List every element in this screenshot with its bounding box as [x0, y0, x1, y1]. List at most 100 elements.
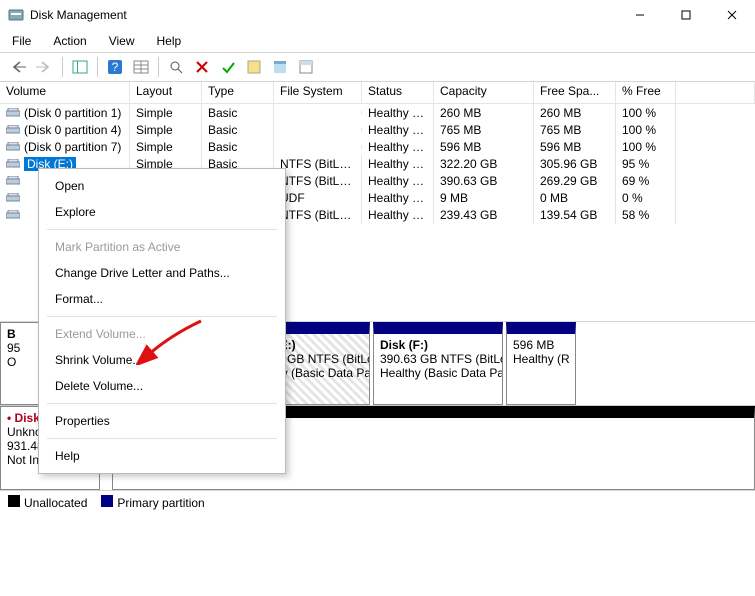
col-layout[interactable]: Layout [130, 82, 202, 103]
cell-pct: 100 % [616, 104, 676, 122]
cell-status: Healthy (E... [362, 104, 434, 122]
cell-pct: 58 % [616, 206, 676, 224]
menu-help[interactable]: Help [153, 32, 186, 50]
volume-icon [6, 210, 20, 220]
tb-grid[interactable] [130, 56, 152, 78]
col-type[interactable]: Type [202, 82, 274, 103]
cell-capacity: 9 MB [434, 189, 534, 207]
cell-pct: 95 % [616, 155, 676, 173]
col-free[interactable]: Free Spa... [534, 82, 616, 103]
ctx-delete[interactable]: Delete Volume... [39, 373, 285, 399]
volume-row[interactable]: (Disk 0 partition 1)SimpleBasicHealthy (… [0, 104, 755, 121]
cell-fs: NTFS (BitLo... [274, 155, 362, 173]
volume-row[interactable]: (Disk 0 partition 7) SimpleBasic Healthy (… [0, 138, 755, 155]
cell-capacity: 390.63 GB [434, 172, 534, 190]
cell-status: Healthy (P... [362, 155, 434, 173]
window-title: Disk Management [30, 8, 617, 22]
cell-fs: NTFS (BitLo... [274, 172, 362, 190]
partition[interactable]: Disk (F:)390.63 GB NTFS (BitLockHealthy … [373, 322, 503, 405]
cell-type: Basic [202, 104, 274, 122]
menubar: File Action View Help [0, 30, 755, 52]
ctx-properties[interactable]: Properties [39, 408, 285, 434]
cell-capacity: 260 MB [434, 104, 534, 122]
legend: Unallocated Primary partition [0, 491, 755, 513]
minimize-button[interactable] [617, 0, 663, 30]
cell-fs [274, 128, 362, 132]
volume-row[interactable]: (Disk 0 partition 4) SimpleBasic Healthy (… [0, 121, 755, 138]
ctx-explore[interactable]: Explore [39, 199, 285, 225]
maximize-button[interactable] [663, 0, 709, 30]
cell-type: Basic [202, 121, 274, 139]
cell-free: 596 MB [534, 138, 616, 156]
partition-line2: Healthy (Basic Data Part [380, 366, 496, 380]
toolbar: ? [0, 52, 755, 82]
cell-capacity: 322.20 GB [434, 155, 534, 173]
tb-action-1[interactable] [243, 56, 265, 78]
cell-status: Healthy (R... [362, 138, 434, 156]
menu-action[interactable]: Action [49, 32, 90, 50]
cell-capacity: 596 MB [434, 138, 534, 156]
partition-line2: Healthy (R [513, 352, 569, 366]
volume-icon [6, 159, 20, 169]
partition-line1: 390.63 GB NTFS (BitLock [380, 352, 496, 366]
tb-delete[interactable] [191, 56, 213, 78]
col-volume[interactable]: Volume [0, 82, 130, 103]
cell-fs [274, 111, 362, 115]
svg-text:?: ? [112, 60, 119, 74]
close-button[interactable] [709, 0, 755, 30]
cell-fs: UDF [274, 189, 362, 207]
col-status[interactable]: Status [362, 82, 434, 103]
ctx-help[interactable]: Help [39, 443, 285, 469]
partition-line1: 596 MB [513, 338, 569, 352]
volume-name: (Disk 0 partition 7) [24, 140, 121, 154]
ctx-open[interactable]: Open [39, 173, 285, 199]
cell-status: Healthy (B... [362, 206, 434, 224]
ctx-format[interactable]: Format... [39, 286, 285, 312]
volume-icon [6, 142, 20, 152]
cell-layout: Simple [130, 138, 202, 156]
tb-action-3[interactable] [295, 56, 317, 78]
volume-list-header: Volume Layout Type File System Status Ca… [0, 82, 755, 104]
cell-status: Healthy (R... [362, 121, 434, 139]
forward-button[interactable] [34, 56, 56, 78]
cell-status: Healthy (P... [362, 172, 434, 190]
tb-search[interactable] [165, 56, 187, 78]
titlebar: Disk Management [0, 0, 755, 30]
cell-pct: 100 % [616, 121, 676, 139]
back-button[interactable] [8, 56, 30, 78]
col-fs[interactable]: File System [274, 82, 362, 103]
col-pct[interactable]: % Free [616, 82, 676, 103]
app-icon [8, 7, 24, 23]
ctx-change[interactable]: Change Drive Letter and Paths... [39, 260, 285, 286]
cell-free: 765 MB [534, 121, 616, 139]
tb-help[interactable]: ? [104, 56, 126, 78]
cell-layout: Simple [130, 121, 202, 139]
tb-action-2[interactable] [269, 56, 291, 78]
tb-box[interactable] [69, 56, 91, 78]
cell-capacity: 239.43 GB [434, 206, 534, 224]
cell-pct: 100 % [616, 138, 676, 156]
cell-type: Basic [202, 138, 274, 156]
volume-icon [6, 176, 20, 186]
cell-free: 269.29 GB [534, 172, 616, 190]
cell-status: Healthy (P... [362, 189, 434, 207]
col-spacer [676, 82, 755, 103]
partition-title: Disk (F:) [380, 338, 496, 352]
volume-icon [6, 193, 20, 203]
col-capacity[interactable]: Capacity [434, 82, 534, 103]
context-menu: Open Explore Mark Partition as Active Ch… [38, 168, 286, 474]
ctx-shrink[interactable]: Shrink Volume... [39, 347, 285, 373]
volume-name: (Disk 0 partition 4) [24, 123, 121, 137]
menu-file[interactable]: File [8, 32, 35, 50]
cell-layout: Simple [130, 104, 202, 122]
tb-check[interactable] [217, 56, 239, 78]
cell-free: 260 MB [534, 104, 616, 122]
cell-pct: 69 % [616, 172, 676, 190]
legend-primary: Primary partition [101, 495, 204, 510]
cell-capacity: 765 MB [434, 121, 534, 139]
cell-free: 139.54 GB [534, 206, 616, 224]
cell-free: 0 MB [534, 189, 616, 207]
partition[interactable]: 596 MBHealthy (R [506, 322, 576, 405]
menu-view[interactable]: View [105, 32, 139, 50]
cell-fs: NTFS (BitLo... [274, 206, 362, 224]
